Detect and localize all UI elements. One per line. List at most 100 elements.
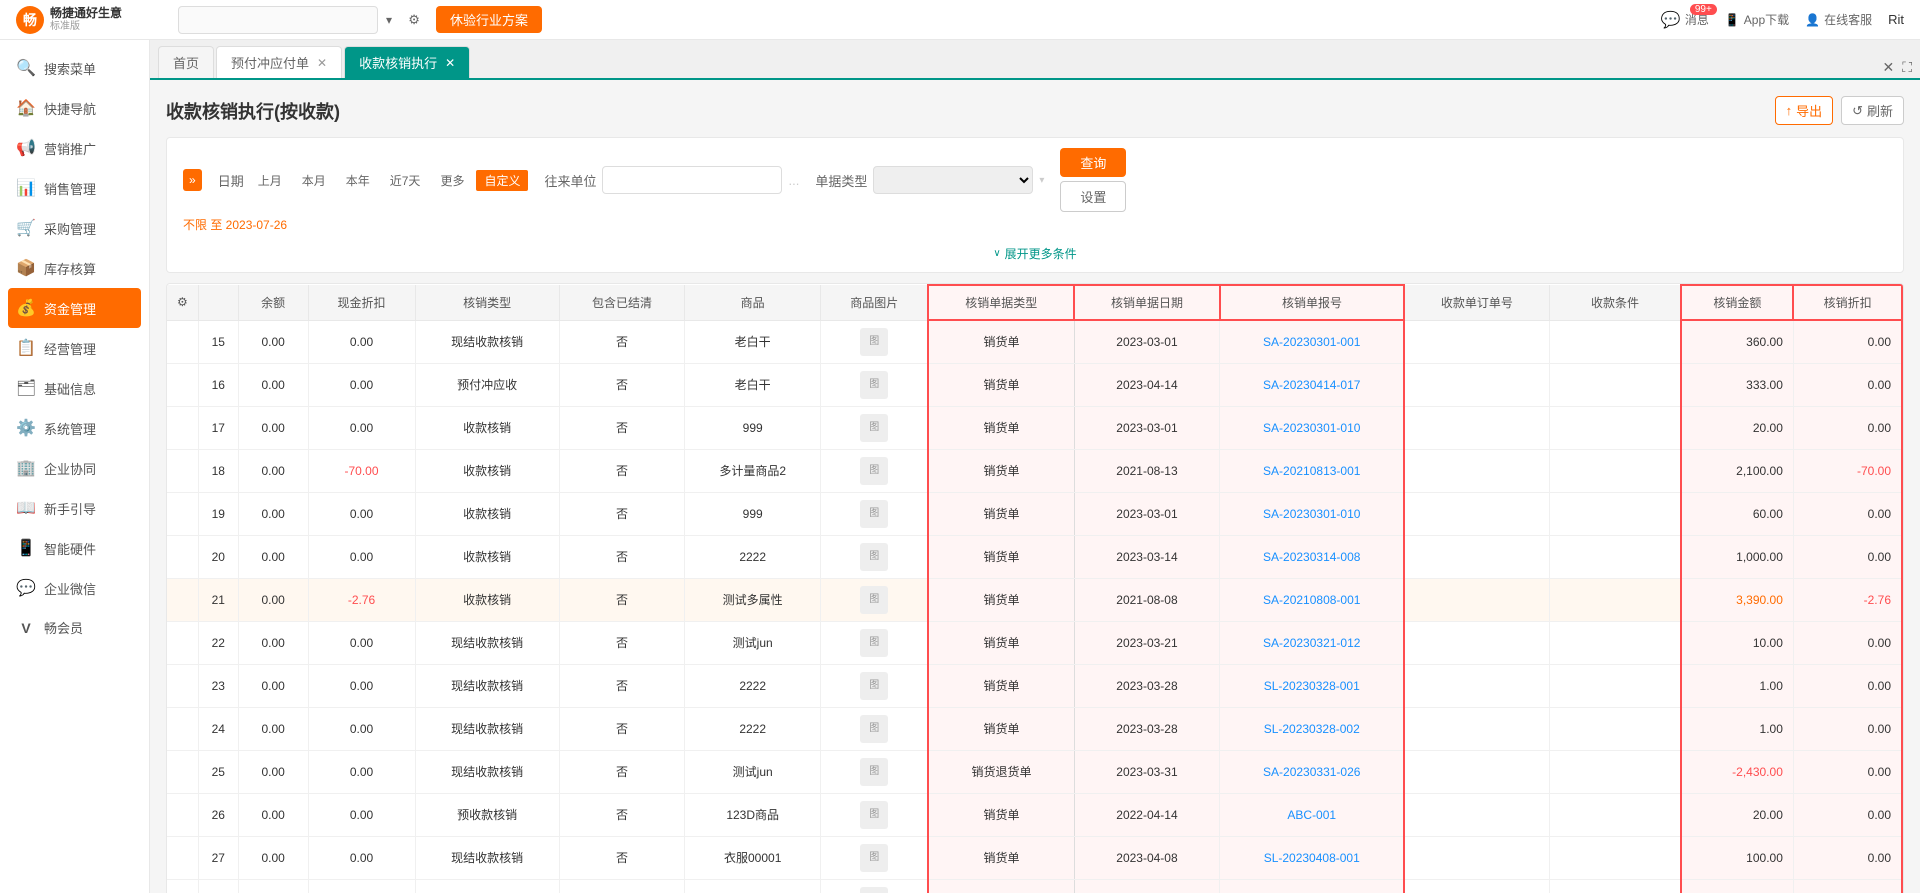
date-7days-btn[interactable]: 近7天 (382, 170, 429, 191)
cancel-doc-no-link[interactable]: ABC-001 (1287, 808, 1336, 822)
date-more-btn[interactable]: 更多 (432, 170, 472, 191)
maximize-window-btn[interactable]: ⛶ (1902, 59, 1912, 76)
col-cancel-doc-date: 2023-03-28 (1074, 707, 1220, 750)
sys-icon: ⚙️ (16, 418, 36, 438)
cancel-doc-no-link[interactable]: SA-20210808-001 (1263, 593, 1360, 607)
close-window-btn[interactable]: ✕ (1882, 59, 1894, 76)
col-include-settled: 否 (559, 578, 685, 621)
sidebar-label: 经营管理 (44, 339, 96, 358)
col-goods: 测试jun (685, 621, 821, 664)
cancel-doc-no-link[interactable]: SA-20230331-026 (1263, 765, 1360, 779)
col-include-settled: 否 (559, 793, 685, 836)
col-cancel-doc-date: 2021-08-08 (1074, 578, 1220, 621)
query-btn[interactable]: 查询 (1060, 148, 1126, 177)
cancel-doc-no-link[interactable]: SA-20230301-010 (1263, 421, 1360, 435)
col-receipt-order-no (1404, 750, 1549, 793)
sidebar-item-inventory[interactable]: 📦 库存核算 (0, 248, 149, 288)
col-cancel-amount: -2,430.00 (1681, 750, 1793, 793)
col-cancel-doc-no: SL-20230418-001 (1220, 879, 1404, 893)
global-search-input[interactable] (178, 6, 378, 34)
tab-receipt-cancel[interactable]: 收款核销执行 ✕ (344, 46, 470, 78)
doctype-select[interactable] (873, 166, 1033, 194)
sidebar-item-beginner[interactable]: 📖 新手引导 (0, 488, 149, 528)
sidebar-item-smart-hw[interactable]: 📱 智能硬件 (0, 528, 149, 568)
col-cancel-doc-date: 2023-04-14 (1074, 363, 1220, 406)
col-settings (167, 879, 198, 893)
sidebar-item-basic-info[interactable]: 🗂 基础信息 (0, 368, 149, 408)
date-label: 日期 (218, 171, 244, 190)
col-cancel-discount: -70.00 (1793, 449, 1902, 492)
date-custom-btn[interactable]: 自定义 (476, 170, 528, 191)
cancel-doc-no-link[interactable]: SA-20210813-001 (1263, 464, 1360, 478)
col-cash-discount: 0.00 (308, 879, 415, 893)
counterpart-input[interactable] (602, 166, 782, 194)
export-btn[interactable]: ↑ 导出 (1775, 96, 1834, 125)
dropdown-btn[interactable]: ▾ (386, 6, 392, 34)
refresh-btn[interactable]: ↺ 刷新 (1841, 96, 1904, 125)
col-cancel-doc-no: SA-20230331-026 (1220, 750, 1404, 793)
col-goods: 999 (685, 406, 821, 449)
online-service-btn[interactable]: 👤在线客服 (1805, 11, 1872, 28)
cancel-doc-no-link[interactable]: SL-20230408-001 (1264, 851, 1360, 865)
tab-prepaid-label: 预付冲应付单 (231, 53, 309, 72)
col-settings (167, 750, 198, 793)
cancel-doc-no-link[interactable]: SL-20230328-001 (1264, 679, 1360, 693)
sidebar-item-marketing[interactable]: 📢 营销推广 (0, 128, 149, 168)
sidebar-item-search-menu[interactable]: 🔍 搜索菜单 (0, 48, 149, 88)
col-cancel-doc-no: SA-20230301-001 (1220, 320, 1404, 363)
tab-prepaid-close[interactable]: ✕ (317, 56, 327, 70)
user-label[interactable]: Rit (1888, 12, 1904, 27)
industry-btn[interactable]: 休验行业方案 (436, 6, 542, 33)
col-cash-discount: 0.00 (308, 621, 415, 664)
sidebar-item-wechat[interactable]: 💬 企业微信 (0, 568, 149, 608)
page-header: 收款核销执行(按收款) ↑ 导出 ↺ 刷新 (166, 96, 1904, 125)
sidebar-item-members[interactable]: V 畅会员 (0, 608, 149, 647)
col-cancel-doc-type: 销货单 (928, 320, 1074, 363)
filter-settings-btn[interactable]: 设置 (1060, 181, 1126, 212)
cancel-doc-no-link[interactable]: SA-20230301-001 (1263, 335, 1360, 349)
th-settings[interactable]: ⚙ (167, 285, 198, 320)
goods-image-cell: 图 (821, 879, 929, 893)
col-receipt-order-no (1404, 664, 1549, 707)
col-cancel-discount: 0.00 (1793, 664, 1902, 707)
date-this-month-btn[interactable]: 本月 (294, 170, 334, 191)
col-receipt-condition (1549, 750, 1681, 793)
col-balance: 0.00 (238, 492, 308, 535)
cancel-doc-no-link[interactable]: SA-20230321-012 (1263, 636, 1360, 650)
sidebar-item-fund-mgmt[interactable]: 💰 资金管理 (8, 288, 141, 328)
tab-home[interactable]: 首页 (158, 46, 214, 78)
sidebar-item-enterprise[interactable]: 🏢 企业协同 (0, 448, 149, 488)
table-row: 20 0.00 0.00 收款核销 否 2222 图 销货单 2023-03-1… (167, 535, 1902, 578)
col-receipt-order-no (1404, 793, 1549, 836)
sidebar-item-quick-nav[interactable]: 🏠 快捷导航 (0, 88, 149, 128)
counterpart-dots[interactable]: ... (788, 173, 799, 188)
table-row: 28 0.00 0.00 现结收款核销 否 2222 图 销货单 2023-04… (167, 879, 1902, 893)
sidebar-item-sales-mgmt[interactable]: 📊 销售管理 (0, 168, 149, 208)
filter-expand-arrow[interactable]: » (183, 169, 202, 191)
cancel-doc-no-link[interactable]: SA-20230314-008 (1263, 550, 1360, 564)
sidebar-item-ops-mgmt[interactable]: 📋 经营管理 (0, 328, 149, 368)
cancel-doc-no-link[interactable]: SA-20230301-010 (1263, 507, 1360, 521)
date-last-month-btn[interactable]: 上月 (250, 170, 290, 191)
sidebar-item-sys-mgmt[interactable]: ⚙️ 系统管理 (0, 408, 149, 448)
sidebar-item-purchase-mgmt[interactable]: 🛒 采购管理 (0, 208, 149, 248)
tab-prepaid[interactable]: 预付冲应付单 ✕ (216, 46, 342, 78)
app-download-btn[interactable]: 📱App下载 (1725, 11, 1789, 28)
col-receipt-condition (1549, 363, 1681, 406)
table-row: 22 0.00 0.00 现结收款核销 否 测试jun 图 销货单 2023-0… (167, 621, 1902, 664)
col-receipt-condition (1549, 406, 1681, 449)
date-this-year-btn[interactable]: 本年 (338, 170, 378, 191)
expand-conditions-btn[interactable]: ∨ 展开更多条件 (993, 245, 1076, 262)
goods-image-cell: 图 (821, 363, 929, 406)
settings-icon[interactable]: ⚙ (400, 6, 428, 34)
col-goods: 2222 (685, 879, 821, 893)
wechat-icon: 💬 (16, 578, 36, 598)
table-row: 21 0.00 -2.76 收款核销 否 测试多属性 图 销货单 2021-08… (167, 578, 1902, 621)
cancel-doc-no-link[interactable]: SL-20230328-002 (1264, 722, 1360, 736)
cancel-doc-no-link[interactable]: SA-20230414-017 (1263, 378, 1360, 392)
notification-btn[interactable]: 💬 消息 99+ (1661, 10, 1709, 30)
tab-receipt-cancel-close[interactable]: ✕ (445, 56, 455, 70)
col-cancel-type: 现结收款核销 (415, 750, 559, 793)
col-receipt-order-no (1404, 406, 1549, 449)
col-cash-discount: 0.00 (308, 320, 415, 363)
